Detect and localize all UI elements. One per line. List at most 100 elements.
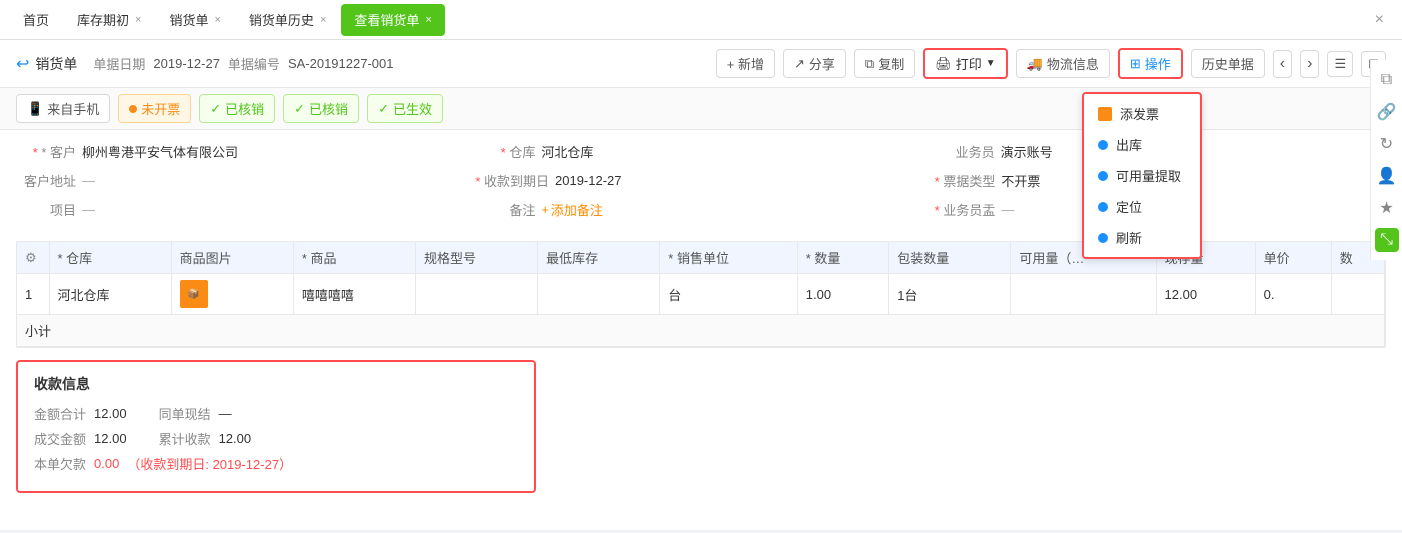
tab-view-sales[interactable]: 查看销货单 × — [341, 4, 444, 36]
subtotal-label: 小计 — [17, 315, 1385, 347]
sidebar-link-icon[interactable]: 🔗 — [1375, 100, 1399, 124]
customer-field: * * 客户 柳州粤港平安气体有限公司 — [16, 142, 467, 161]
dropdown-outbound[interactable]: 出库 — [1084, 129, 1200, 160]
th-warehouse: * 仓库 — [49, 242, 171, 274]
history-button[interactable]: 历史单据 — [1191, 49, 1265, 78]
locate-dot-icon — [1098, 202, 1108, 212]
date-label: 单据日期 — [93, 54, 145, 73]
tab-sales-order[interactable]: 销货单 × — [156, 4, 233, 36]
row-num: 1 — [17, 274, 49, 315]
operations-icon: ⊞ — [1130, 56, 1141, 72]
copy-label: 复制 — [878, 54, 904, 73]
operations-button[interactable]: ⊞ 操作 — [1118, 48, 1183, 79]
row-spec — [415, 274, 537, 315]
print-button[interactable]: 🖨 打印 ▼ — [923, 48, 1007, 79]
th-price: 单价 — [1255, 242, 1331, 274]
dropdown-avail-extract[interactable]: 可用量提取 — [1084, 160, 1200, 191]
tab-sales-history-close[interactable]: × — [320, 14, 326, 26]
row-warehouse: 河北仓库 — [49, 274, 171, 315]
row-extra — [1331, 274, 1384, 315]
copy-button[interactable]: ⧉ 复制 — [854, 49, 915, 78]
dropdown-add-invoice[interactable]: 添发票 — [1084, 98, 1200, 129]
sidebar-star-icon[interactable]: ★ — [1375, 196, 1399, 220]
row-price: 0. — [1255, 274, 1331, 315]
truck-icon: 🚚 — [1027, 56, 1043, 72]
list-view-button[interactable]: ☰ — [1327, 51, 1353, 77]
th-gear: ⚙ — [17, 242, 49, 274]
from-phone-button[interactable]: 📱 来自手机 — [16, 94, 110, 123]
sidebar-expand-icon[interactable]: ⤡ — [1375, 228, 1399, 252]
new-button[interactable]: + 新增 — [716, 49, 775, 78]
row-stock: 12.00 — [1156, 274, 1255, 315]
not-open-label: 未开票 — [141, 99, 180, 118]
sidebar-person-icon[interactable]: 👤 — [1375, 164, 1399, 188]
tab-inventory-init[interactable]: 库存期初 × — [64, 4, 154, 36]
gear-icon[interactable]: ⚙ — [25, 250, 37, 265]
tab-view-sales-close[interactable]: × — [425, 14, 431, 26]
logistics-button[interactable]: 🚚 物流信息 — [1016, 49, 1110, 78]
owed-label: 本单欠款 — [34, 454, 86, 473]
print-label: 打印 — [956, 54, 982, 73]
confirm-icon: ✓ — [210, 101, 221, 117]
operations-dropdown: 添发票 出库 可用量提取 定位 刷新 — [1082, 92, 1202, 259]
amount-total-item: 金额合计 12.00 — [34, 404, 127, 423]
form-header: ↩ 销货单 单据日期 2019-12-27 单据编号 SA-20191227-0… — [0, 40, 1402, 88]
share-button[interactable]: ↗ 分享 — [783, 49, 846, 78]
tab-sales-history[interactable]: 销货单历史 × — [236, 4, 339, 36]
salesperson-value: — — [1001, 202, 1014, 217]
staff-value: 演示账号 — [1001, 142, 1053, 161]
note-field: 备注 + 添加备注 — [475, 200, 926, 219]
payment-date-value: 2019-12-27 — [555, 173, 622, 188]
row-quantity: 1.00 — [797, 274, 888, 315]
product-thumbnail: 📦 — [180, 280, 208, 308]
tab-inventory-init-close[interactable]: × — [135, 14, 141, 26]
prev-button[interactable]: ‹ — [1273, 50, 1292, 78]
confirm-button[interactable]: ✓ 已核销 — [199, 94, 275, 123]
effective-button[interactable]: ✓ 已生效 — [367, 94, 443, 123]
window-close-button[interactable]: × — [1367, 11, 1392, 29]
owed-item: 本单欠款 0.00 （收款到期日: 2019-12-27） — [34, 454, 292, 473]
tab-home[interactable]: 首页 — [10, 4, 62, 36]
same-order-label: 同单现结 — [159, 404, 211, 423]
share-icon: ↗ — [794, 56, 805, 72]
sold-out-label: 已核销 — [309, 99, 348, 118]
sold-out-button[interactable]: ✓ 已核销 — [283, 94, 359, 123]
sidebar-copy-icon[interactable]: ⧉ — [1375, 68, 1399, 92]
from-phone-label: 来自手机 — [47, 99, 99, 118]
dropdown-refresh[interactable]: 刷新 — [1084, 222, 1200, 253]
row-unit: 台 — [660, 274, 797, 315]
subtotal-row: 小计 — [17, 315, 1385, 347]
next-button[interactable]: › — [1300, 50, 1319, 78]
sidebar-refresh-icon[interactable]: ↻ — [1375, 132, 1399, 156]
tab-inventory-init-label: 库存期初 — [77, 10, 129, 29]
same-order-item: 同单现结 — — [159, 404, 232, 423]
add-invoice-label: 添发票 — [1120, 104, 1159, 123]
transaction-value: 12.00 — [94, 431, 127, 446]
warehouse-label: * 仓库 — [475, 142, 535, 161]
tab-sales-order-label: 销货单 — [169, 10, 208, 29]
summary-box: 收款信息 金额合计 12.00 同单现结 — 成交金额 12.00 累计收款 — [16, 360, 536, 493]
project-value: — — [82, 202, 95, 217]
tab-home-label: 首页 — [23, 10, 49, 29]
history-label: 历史单据 — [1202, 54, 1254, 73]
not-open-dot — [129, 105, 137, 113]
effective-label: 已生效 — [393, 99, 432, 118]
add-note-button[interactable]: + 添加备注 — [541, 200, 603, 219]
summary-row-2: 成交金额 12.00 累计收款 12.00 — [34, 429, 518, 448]
payment-date-field: * 收款到期日 2019-12-27 — [475, 171, 926, 190]
row-avail — [1011, 274, 1156, 315]
th-product: * 商品 — [293, 242, 415, 274]
form-title-icon: ↩ — [16, 54, 29, 74]
tab-sales-order-close[interactable]: × — [214, 14, 220, 26]
row-product-name: 嘻嘻嘻嘻 — [293, 274, 415, 315]
share-label: 分享 — [809, 54, 835, 73]
cumulative-value: 12.00 — [219, 431, 252, 446]
invoice-icon — [1098, 107, 1112, 121]
salesperson-label: * 业务员盂 — [935, 200, 996, 219]
warehouse-field: * 仓库 河北仓库 — [475, 142, 926, 161]
not-open-button[interactable]: 未开票 — [118, 94, 191, 123]
project-label: 项目 — [16, 200, 76, 219]
table-row: 1 河北仓库 📦 嘻嘻嘻嘻 台 1.00 1台 12.00 0. — [17, 274, 1385, 315]
sold-out-icon: ✓ — [294, 101, 305, 117]
dropdown-locate[interactable]: 定位 — [1084, 191, 1200, 222]
